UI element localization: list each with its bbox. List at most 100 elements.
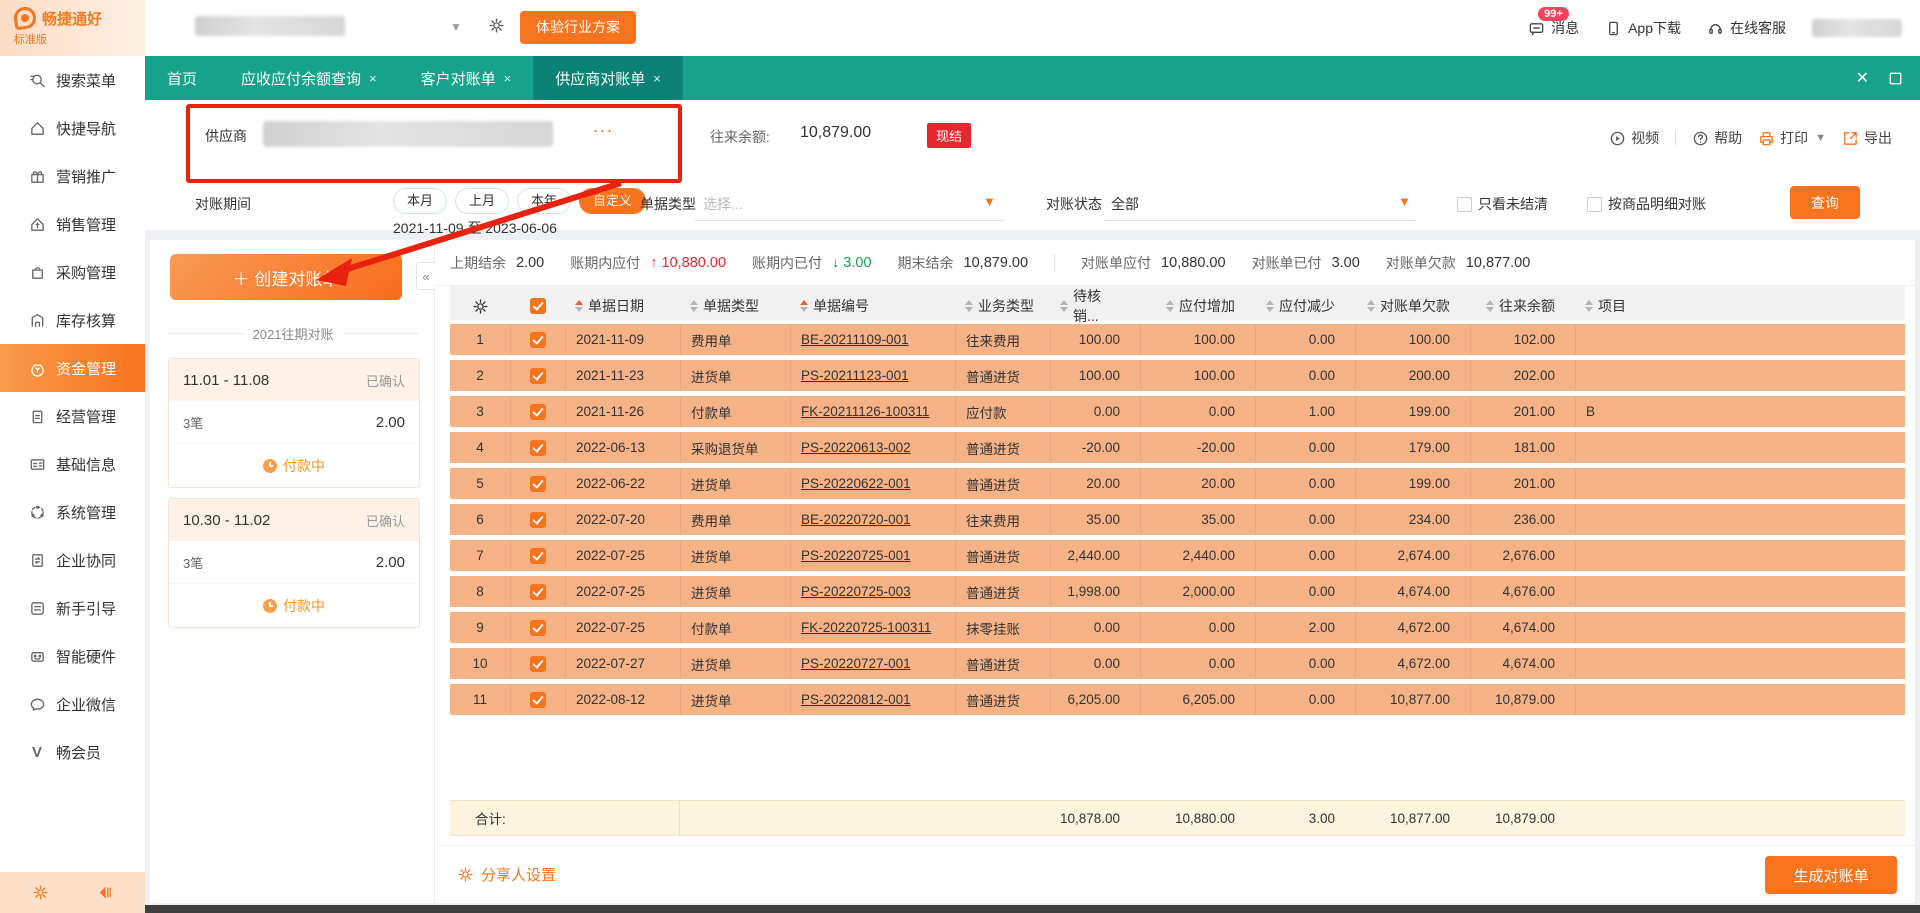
sort-carets-icon[interactable] [965, 296, 973, 316]
close-all-tabs-icon[interactable]: ✕ [1856, 68, 1869, 88]
help-button[interactable]: 帮助 [1692, 128, 1742, 148]
sidebar-item-sales[interactable]: 销售管理 [0, 200, 145, 248]
period-pill[interactable]: 上月 [455, 188, 510, 214]
sort-carets-icon[interactable] [1266, 296, 1274, 316]
row-checkbox[interactable] [530, 655, 546, 672]
messages-button[interactable]: 99+ 消息 [1528, 7, 1579, 38]
row-checkbox[interactable] [530, 439, 546, 456]
sidebar-item-collaboration[interactable]: 企业协同 [0, 536, 145, 584]
by-product-detail-checkbox[interactable]: 按商品明细对账 [1587, 194, 1706, 214]
row-checkbox[interactable] [530, 511, 546, 528]
column-header[interactable]: 单据日期 [565, 286, 680, 326]
username-blurred[interactable] [1812, 19, 1902, 37]
supplier-more-button[interactable]: ... [593, 116, 614, 137]
period-pill[interactable]: 本年 [517, 188, 572, 214]
panel-collapse-icon[interactable]: « [416, 262, 435, 290]
doc-number-link[interactable]: PS-20220812-001 [801, 692, 911, 707]
only-unsettled-checkbox[interactable]: 只看未结清 [1457, 194, 1548, 214]
doc-number-link[interactable]: FK-20220725-100311 [801, 620, 931, 635]
tab[interactable]: 供应商对账单 × [533, 56, 683, 100]
sort-carets-icon[interactable] [1060, 296, 1068, 316]
column-header[interactable]: 单据编号 [790, 286, 955, 326]
doc-number-link[interactable]: PS-20220613-002 [801, 440, 911, 455]
sort-carets-icon[interactable] [1585, 296, 1593, 316]
column-header[interactable]: 项目 [1575, 286, 1905, 326]
doc-type-select[interactable]: 选择... [703, 194, 743, 214]
video-button[interactable]: 视频 [1609, 128, 1659, 148]
column-header[interactable]: 应付增加 [1140, 286, 1255, 326]
doc-number-link[interactable]: PS-20211123-001 [801, 368, 909, 383]
period-pill[interactable]: 本月 [393, 188, 448, 214]
company-name-blurred[interactable] [195, 16, 345, 36]
tab[interactable]: 客户对账单 × [399, 56, 534, 100]
row-checkbox[interactable] [530, 547, 546, 564]
doc-number-link[interactable]: BE-20220720-001 [801, 512, 911, 527]
row-checkbox[interactable] [530, 583, 546, 600]
doc-number-link[interactable]: PS-20220725-001 [801, 548, 911, 563]
create-statement-button[interactable]: ＋ 创建对账单 [170, 254, 402, 300]
sidebar-item-guide[interactable]: 新手引导 [0, 584, 145, 632]
status-caret-icon[interactable]: ▼ [1398, 194, 1411, 209]
query-button[interactable]: 查询 [1790, 186, 1860, 219]
sidebar-item-home[interactable]: 快捷导航 [0, 104, 145, 152]
tab[interactable]: 应收应付余额查询 × [219, 56, 399, 100]
column-header[interactable]: 应付减少 [1255, 286, 1355, 326]
column-header[interactable]: 对账单欠款 [1355, 286, 1470, 326]
sidebar-item-base-info[interactable]: 基础信息 [0, 440, 145, 488]
column-settings-gear-icon[interactable] [450, 286, 510, 326]
sidebar-item-gift[interactable]: 营销推广 [0, 152, 145, 200]
sidebar-item-business[interactable]: 经营管理 [0, 392, 145, 440]
sidebar-item-hardware[interactable]: 智能硬件 [0, 632, 145, 680]
select-all-checkbox[interactable] [510, 286, 565, 326]
sidebar-item-inventory[interactable]: 库存核算 [0, 296, 145, 344]
sidebar-item-search[interactable]: 搜索菜单 [0, 56, 145, 104]
settings-gear-icon[interactable] [488, 17, 505, 39]
supplier-value-blurred[interactable] [263, 121, 553, 147]
export-button[interactable]: 导出 [1842, 128, 1892, 148]
sort-carets-icon[interactable] [575, 296, 583, 316]
sort-carets-icon[interactable] [1486, 296, 1494, 316]
fullscreen-icon[interactable] [1887, 70, 1904, 87]
row-checkbox[interactable] [530, 367, 546, 384]
sort-carets-icon[interactable] [1166, 296, 1174, 316]
tab-close-icon[interactable]: × [369, 71, 377, 86]
sidebar-item-purchase[interactable]: 采购管理 [0, 248, 145, 296]
sort-carets-icon[interactable] [690, 296, 698, 316]
row-checkbox[interactable] [530, 331, 546, 348]
row-checkbox[interactable] [530, 403, 546, 420]
column-header[interactable]: 待核销... [1050, 286, 1140, 326]
sort-carets-icon[interactable] [1367, 296, 1375, 316]
doc-number-link[interactable]: PS-20220727-001 [801, 656, 911, 671]
status-select[interactable]: 全部 [1111, 194, 1139, 214]
period-pill[interactable]: 自定义 [579, 188, 647, 214]
sidebar-item-wechat[interactable]: 企业微信 [0, 680, 145, 728]
doc-type-caret-icon[interactable]: ▼ [983, 194, 996, 209]
trial-plan-button[interactable]: 体验行业方案 [520, 11, 636, 44]
doc-number-link[interactable]: BE-20211109-001 [801, 332, 909, 347]
sidebar-item-system[interactable]: 系统管理 [0, 488, 145, 536]
app-download-button[interactable]: App下载 [1605, 18, 1681, 38]
sidebar-item-funds[interactable]: 资金管理 [0, 344, 145, 392]
online-service-button[interactable]: 在线客服 [1707, 18, 1786, 38]
column-header[interactable]: 单据类型 [680, 286, 790, 326]
generate-statement-button[interactable]: 生成对账单 [1765, 856, 1897, 894]
row-checkbox[interactable] [530, 475, 546, 492]
sidebar-settings-gear-icon[interactable] [32, 884, 49, 901]
row-checkbox[interactable] [530, 691, 546, 708]
doc-number-link[interactable]: PS-20220622-001 [801, 476, 911, 491]
doc-number-link[interactable]: FK-20211126-100311 [801, 404, 929, 419]
company-dropdown-caret-icon[interactable]: ▼ [450, 20, 462, 34]
tab-close-icon[interactable]: × [504, 71, 512, 86]
sidebar-item-member[interactable]: V 畅会员 [0, 728, 145, 776]
print-button[interactable]: 打印 ▼ [1758, 128, 1826, 148]
print-dropdown-caret-icon[interactable]: ▼ [1815, 132, 1826, 144]
period-date-range[interactable]: 2021-11-09 至 2023-06-06 [393, 218, 557, 238]
doc-number-link[interactable]: PS-20220725-003 [801, 584, 911, 599]
reconciliation-card[interactable]: 11.01 - 11.08 已确认 3笔 2.00 付款中 [168, 358, 420, 488]
column-header[interactable]: 业务类型 [955, 286, 1050, 326]
tab[interactable]: 首页 [145, 56, 219, 100]
row-checkbox[interactable] [530, 619, 546, 636]
sort-carets-icon[interactable] [800, 296, 808, 316]
share-settings-button[interactable]: 分享人设置 [457, 864, 556, 885]
column-header[interactable]: 往来余额 [1470, 286, 1575, 326]
